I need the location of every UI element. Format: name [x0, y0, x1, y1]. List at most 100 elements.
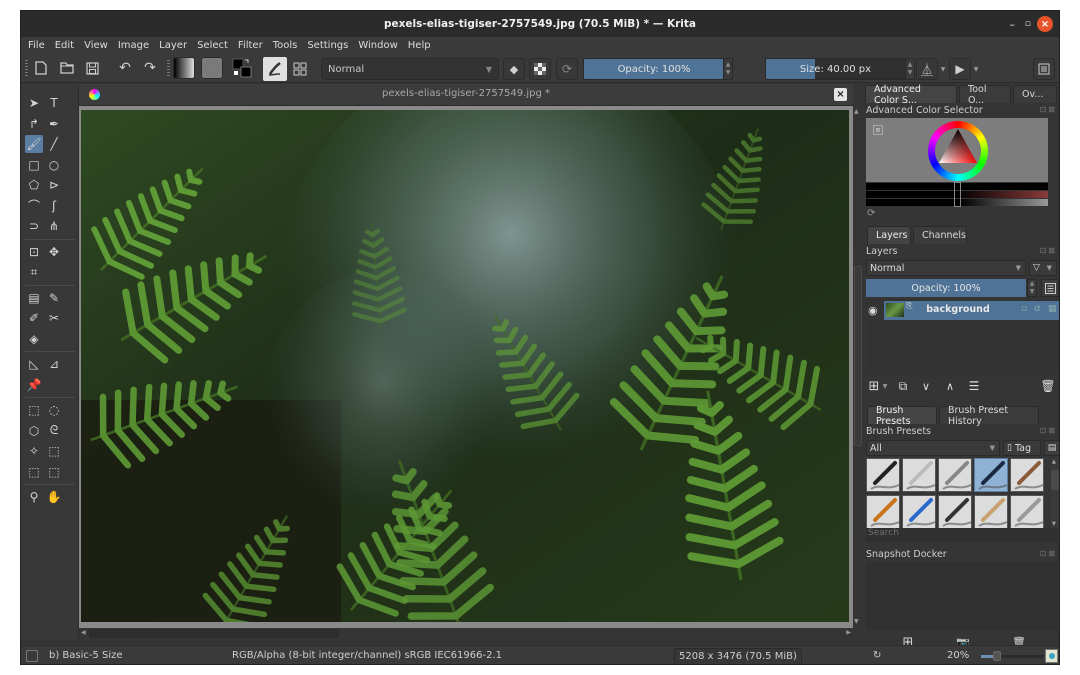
size-slider[interactable]: Size: 40.00 px	[765, 58, 906, 80]
minimize-button[interactable]: –	[1010, 11, 1016, 37]
vertical-scrollbar[interactable]: ▲ ▼	[853, 106, 863, 628]
pan-tool-icon[interactable]: ✋	[45, 488, 63, 506]
similar-color-select-tool-icon[interactable]: ⬚	[45, 442, 63, 460]
pattern-icon[interactable]	[201, 57, 223, 79]
restore-button[interactable]: ▫	[1025, 11, 1031, 37]
inherit-alpha-icon[interactable]: ▦	[1048, 304, 1057, 314]
duplicate-layer-icon[interactable]: ⧉	[896, 379, 910, 393]
docker-float-close-icons[interactable]: ⊡⊠	[1040, 105, 1057, 114]
assistant-tool-icon[interactable]: ◺	[25, 355, 43, 373]
move-layer-down-icon[interactable]: ∨	[919, 379, 933, 393]
new-document-icon[interactable]	[33, 60, 49, 76]
polygonal-select-tool-icon[interactable]: ⬡	[25, 422, 43, 440]
rotate-canvas-icon[interactable]: ↻	[873, 650, 881, 661]
brush-preset-item[interactable]	[974, 458, 1008, 492]
freehand-path-tool-icon[interactable]: ʃ	[45, 197, 63, 215]
gradient-tool-icon[interactable]: ▤	[25, 289, 43, 307]
layer-opacity-spin[interactable]: ▲ ▼	[1027, 279, 1037, 297]
layer-opacity-slider[interactable]: Opacity: 100%	[866, 279, 1026, 297]
multibrush-tool-icon[interactable]: ⋔	[45, 217, 63, 235]
scroll-up-button[interactable]: ▲	[854, 108, 862, 116]
eye-icon[interactable]: ◉	[868, 304, 878, 317]
menu-layer[interactable]: Layer	[159, 40, 187, 51]
color-refresh-icon[interactable]: ⟳	[867, 208, 875, 219]
delete-layer-icon[interactable]: 🗑	[1040, 379, 1055, 393]
fill-tool-icon[interactable]: ◈	[25, 330, 43, 348]
freehand-select-tool-icon[interactable]: ᘓ	[45, 422, 63, 440]
freehand-brush-tool-icon[interactable]: 🖌	[25, 135, 43, 153]
brush-view-options-icon[interactable]: ▤	[1044, 440, 1059, 456]
colorize-mask-tool-icon[interactable]: ✐	[25, 309, 43, 327]
color-sampler-tool-icon[interactable]: ✎	[45, 289, 63, 307]
scroll-right-button[interactable]: ▶	[846, 629, 851, 636]
menu-settings[interactable]: Settings	[307, 40, 348, 51]
layer-properties-icon[interactable]	[1041, 279, 1059, 297]
brush-preset-item[interactable]	[1010, 495, 1044, 529]
horizontal-scrollbar[interactable]: ◀ ▶	[79, 628, 853, 639]
line-tool-icon[interactable]: ╱	[45, 135, 63, 153]
canvas-area[interactable]	[79, 106, 853, 628]
brush-settings-icon[interactable]	[291, 60, 309, 78]
docker-float-close-icons[interactable]: ⊡⊠	[1040, 549, 1057, 558]
menu-filter[interactable]: Filter	[238, 40, 263, 51]
zoom-slider[interactable]	[981, 651, 1043, 661]
contiguous-select-tool-icon[interactable]: ✧	[25, 442, 43, 460]
zoom-level-label[interactable]: 20%	[947, 650, 969, 661]
brush-preset-item[interactable]	[902, 495, 936, 529]
lock-icon[interactable]: ▫	[1021, 304, 1027, 314]
rectangular-select-tool-icon[interactable]: ⬚	[25, 401, 43, 419]
brush-preset-item[interactable]	[938, 458, 972, 492]
docker-float-close-icons[interactable]: ⊡⊠	[1040, 426, 1057, 435]
saturation-value-triangle[interactable]	[937, 127, 979, 167]
tab-brush-presets[interactable]: Brush Presets	[867, 405, 937, 427]
polyline-tool-icon[interactable]: ⊳	[45, 176, 63, 194]
save-icon[interactable]	[84, 60, 100, 76]
rectangle-tool-icon[interactable]: □	[25, 156, 43, 174]
polygon-tool-icon[interactable]: ⬠	[25, 176, 43, 194]
mirror-horizontal-icon[interactable]: ⏅	[916, 58, 938, 80]
brush-tag-button[interactable]: ▯ Tag	[1003, 440, 1041, 456]
menu-edit[interactable]: Edit	[55, 40, 74, 51]
menu-image[interactable]: Image	[118, 40, 149, 51]
layer-row[interactable]: ◉ ⎘ background ▫ α ▦	[866, 301, 1059, 320]
brush-preset-item[interactable]	[974, 495, 1008, 529]
layer-properties-sliders-icon[interactable]: ☰	[967, 379, 981, 393]
dynamic-brush-tool-icon[interactable]: ⊃	[25, 217, 43, 235]
tab-channels[interactable]: Channels	[913, 226, 967, 244]
toolbar-grip[interactable]	[167, 60, 170, 78]
brush-preset-item[interactable]	[866, 458, 900, 492]
size-spin[interactable]: ▲ ▼	[905, 58, 915, 80]
open-document-icon[interactable]	[59, 60, 75, 76]
bezier-select-tool-icon[interactable]: ⬚	[25, 463, 43, 481]
zoom-slider-handle[interactable]	[993, 651, 1001, 661]
calligraphy-tool-icon[interactable]: ✒	[45, 115, 63, 133]
blend-mode-select[interactable]: Normal ▼	[321, 58, 499, 80]
add-layer-icon[interactable]: ⊞	[867, 379, 881, 394]
measure-tool-icon[interactable]: ⊿	[45, 355, 63, 373]
tab-advanced-color-selector[interactable]: Advanced Color S...	[865, 84, 957, 106]
mirror-horizontal-dropdown[interactable]: ▼	[939, 58, 947, 80]
smart-patch-tool-icon[interactable]: ✂	[45, 309, 63, 327]
menu-select[interactable]: Select	[197, 40, 228, 51]
edit-shapes-tool-icon[interactable]: ↱	[25, 115, 43, 133]
fg-bg-color-icon[interactable]	[231, 57, 253, 79]
menu-help[interactable]: Help	[408, 40, 431, 51]
menu-window[interactable]: Window	[358, 40, 397, 51]
preserve-alpha-icon[interactable]	[529, 58, 551, 80]
brush-preset-item[interactable]	[1010, 458, 1044, 492]
layer-filter-button[interactable]: ▽ ▼	[1029, 260, 1057, 276]
close-window-button[interactable]: ×	[1037, 16, 1053, 32]
bezier-curve-tool-icon[interactable]: ⌒	[25, 197, 43, 215]
snapshot-list[interactable]	[866, 562, 1058, 630]
brush-preset-item[interactable]	[902, 458, 936, 492]
opacity-slider[interactable]: Opacity: 100%	[583, 58, 725, 80]
layer-blend-mode-select[interactable]: Normal ▼	[866, 260, 1026, 276]
brush-preset-icon[interactable]	[263, 57, 287, 81]
add-layer-dropdown[interactable]: ▼	[881, 379, 889, 393]
reload-preset-icon[interactable]: ⟳	[556, 58, 578, 80]
eraser-icon[interactable]: ◆	[503, 58, 525, 80]
brush-preset-item[interactable]	[866, 495, 900, 529]
hue-ring[interactable]	[928, 121, 988, 181]
menu-tools[interactable]: Tools	[273, 40, 298, 51]
opacity-spin[interactable]: ▲ ▼	[723, 58, 733, 80]
